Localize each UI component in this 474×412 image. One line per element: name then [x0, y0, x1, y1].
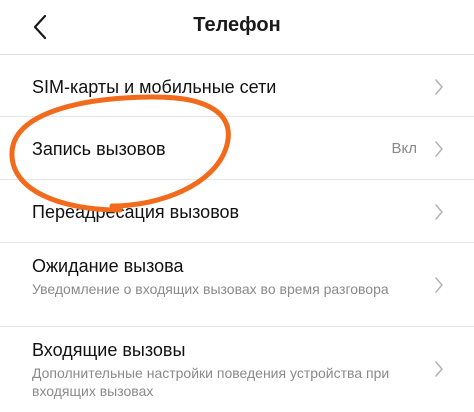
chevron-right-icon [435, 204, 443, 220]
list-item-call-forwarding[interactable]: Переадресация вызовов [0, 180, 474, 243]
status-value: Вкл [391, 140, 418, 157]
chevron-right-icon [435, 361, 443, 377]
item-subtitle: Дополнительные настройки поведения устро… [32, 365, 390, 399]
chevron-right-icon [435, 141, 443, 157]
chevron-right-icon [435, 79, 443, 95]
item-label: Ожидание вызова [32, 256, 184, 276]
list-item-call-waiting[interactable]: Ожидание вызова Уведомление о входящих в… [0, 243, 474, 327]
item-label: Переадресация вызовов [32, 202, 240, 222]
item-subtitle: Уведомление о входящих вызовах во время … [32, 281, 389, 297]
page-title: Телефон [193, 14, 281, 36]
list-item-sim-cards[interactable]: SIM-карты и мобильные сети [0, 55, 474, 117]
item-label: SIM-карты и мобильные сети [32, 77, 277, 97]
header-bar: Телефон [0, 0, 474, 55]
list-item-incoming-calls[interactable]: Входящие вызовы Дополнительные настройки… [0, 327, 474, 411]
list-item-call-recording[interactable]: Запись вызовов Вкл [0, 117, 474, 180]
chevron-right-icon [435, 277, 443, 293]
item-label: Входящие вызовы [32, 340, 186, 360]
